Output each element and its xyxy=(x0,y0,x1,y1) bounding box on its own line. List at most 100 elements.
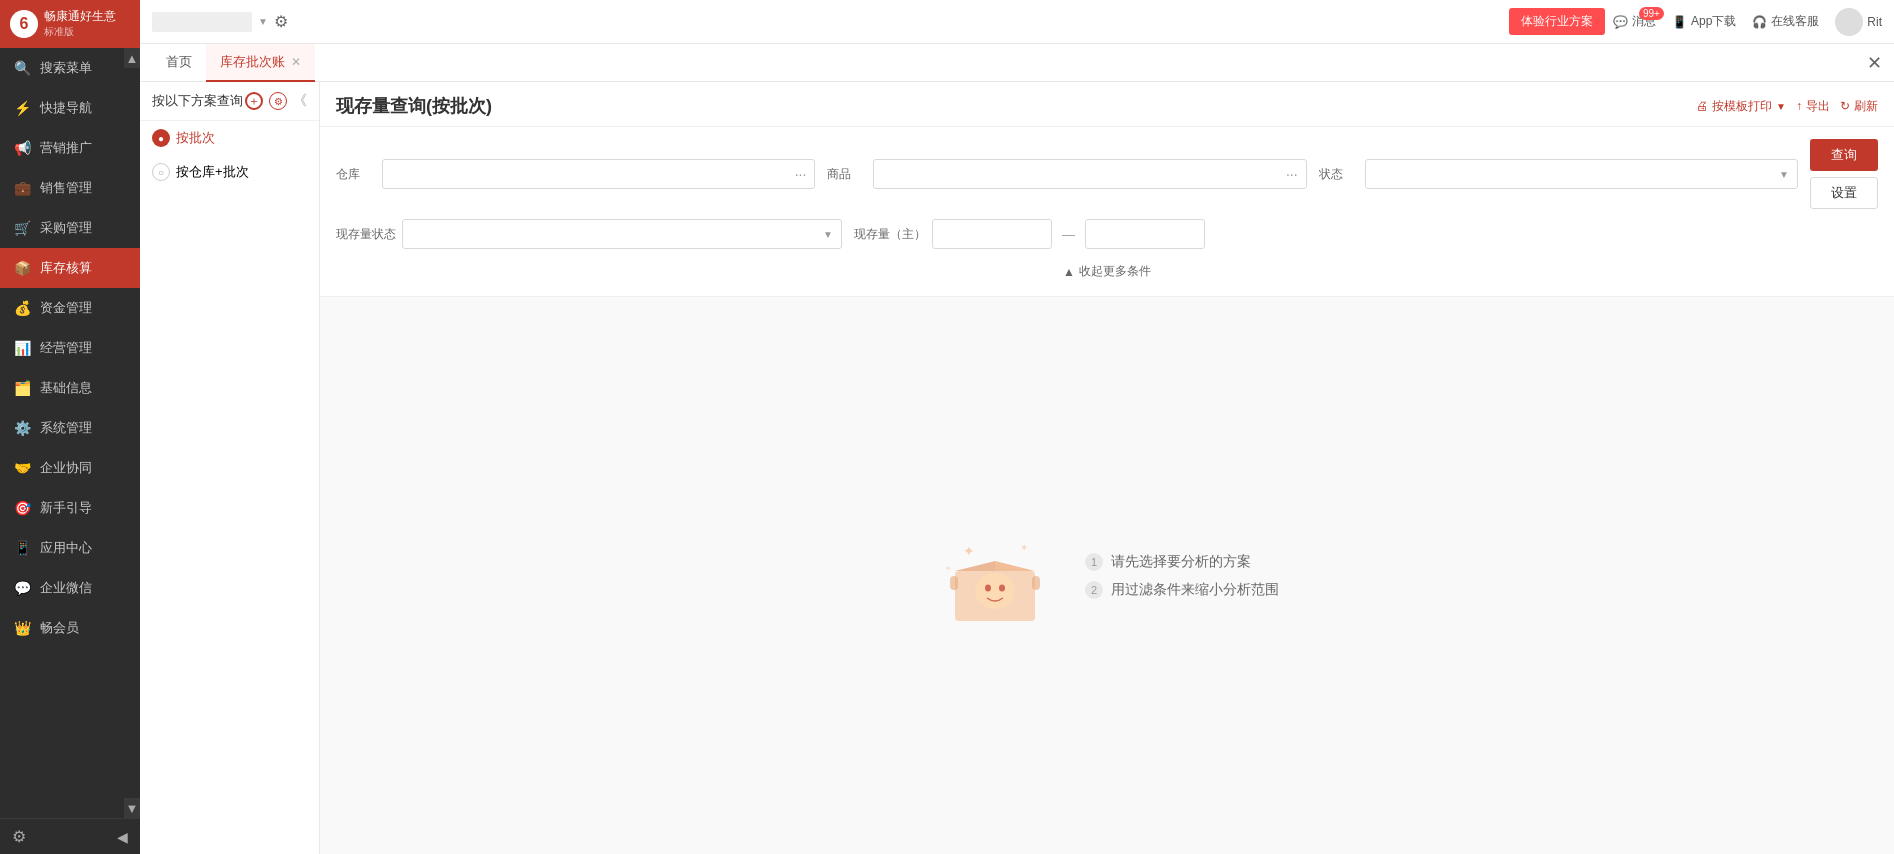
system-icon: ⚙️ xyxy=(12,418,32,438)
print-btn[interactable]: 🖨 按模板打印 ▼ xyxy=(1696,98,1786,115)
sidebar-item-newbie[interactable]: 🎯 新手引导 xyxy=(0,488,140,528)
app-logo: 6 xyxy=(10,10,38,38)
inventory-qty-filter-item: 现存量（主） — xyxy=(854,219,1360,249)
filter-row-1: 仓库 ··· 商品 ··· 状态 xyxy=(336,139,1878,209)
sidebar-item-purchase[interactable]: 🛒 采购管理 xyxy=(0,208,140,248)
hint-2-text: 用过滤条件来缩小分析范围 xyxy=(1111,581,1279,599)
sidebar-item-sales[interactable]: 💼 销售管理 xyxy=(0,168,140,208)
refresh-btn[interactable]: ↻ 刷新 xyxy=(1840,98,1878,115)
experience-btn[interactable]: 体验行业方案 xyxy=(1509,8,1605,35)
user-name: Rit xyxy=(1867,15,1882,29)
query-btn[interactable]: 查询 xyxy=(1810,139,1878,171)
tab-inventory-batch[interactable]: 库存批次账 ✕ xyxy=(206,44,315,82)
filter-area: 仓库 ··· 商品 ··· 状态 xyxy=(320,127,1894,297)
hint-2-num: 2 xyxy=(1085,581,1103,599)
scheme-item-by-batch[interactable]: ● 按批次 xyxy=(140,121,319,155)
sidebar-item-quick-nav[interactable]: ⚡ 快捷导航 xyxy=(0,88,140,128)
sidebar-item-app-center[interactable]: 📱 应用中心 xyxy=(0,528,140,568)
sidebar-item-label: 库存核算 xyxy=(40,259,92,277)
sidebar-item-label: 快捷导航 xyxy=(40,99,92,117)
sidebar-item-operations[interactable]: 📊 经营管理 xyxy=(0,328,140,368)
add-scheme-btn[interactable]: ＋ xyxy=(245,92,263,110)
left-panel-actions: ＋ ⚙ 《 xyxy=(245,92,307,110)
export-btn[interactable]: ↑ 导出 xyxy=(1796,98,1830,115)
sidebar-scroll-up[interactable]: ▲ xyxy=(124,48,140,68)
sidebar-item-system[interactable]: ⚙️ 系统管理 xyxy=(0,408,140,448)
scheme-item-by-warehouse-batch[interactable]: ○ 按仓库+批次 xyxy=(140,155,319,189)
sidebar-footer: ⚙ ◀ xyxy=(0,818,140,854)
sidebar-item-finance[interactable]: 💰 资金管理 xyxy=(0,288,140,328)
sidebar-item-inventory[interactable]: 📦 库存核算 xyxy=(0,248,140,288)
sidebar-item-marketing[interactable]: 📢 营销推广 xyxy=(0,128,140,168)
inventory-qty-from[interactable] xyxy=(932,219,1052,249)
inventory-qty-label: 现存量（主） xyxy=(854,226,926,243)
sales-icon: 💼 xyxy=(12,178,32,198)
collapse-conditions-btn[interactable]: ▲ 收起更多条件 xyxy=(336,259,1878,284)
sidebar-header: 6 畅康通好生意 标准版 xyxy=(0,0,140,48)
inv-status-dropdown-arrow[interactable]: ▼ xyxy=(823,229,833,240)
collapse-left-panel-icon[interactable]: 《 xyxy=(293,92,307,110)
settings-footer-icon[interactable]: ⚙ xyxy=(12,827,26,846)
status-dropdown-arrow[interactable]: ▼ xyxy=(1779,169,1789,180)
page-title: 现存量查询(按批次) xyxy=(336,94,492,118)
warehouse-select[interactable]: ··· xyxy=(382,159,815,189)
svg-point-3 xyxy=(975,573,1015,609)
user-action[interactable]: Rit xyxy=(1835,8,1882,36)
sidebar-item-label: 应用中心 xyxy=(40,539,92,557)
sidebar-scroll-down[interactable]: ▼ xyxy=(124,798,140,818)
product-select[interactable]: ··· xyxy=(873,159,1306,189)
status-select[interactable]: ▼ xyxy=(1365,159,1798,189)
sidebar-item-wechat[interactable]: 💬 企业微信 xyxy=(0,568,140,608)
tab-close-icon[interactable]: ✕ xyxy=(291,55,301,69)
sidebar-nav: 🔍 搜索菜单 ⚡ 快捷导航 📢 营销推广 💼 销售管理 🛒 采购管理 📦 库存核… xyxy=(0,48,140,818)
sidebar-item-member[interactable]: 👑 畅会员 xyxy=(0,608,140,648)
app-center-icon: 📱 xyxy=(12,538,32,558)
purchase-icon: 🛒 xyxy=(12,218,32,238)
scheme-item-label: 按仓库+批次 xyxy=(176,163,249,181)
sidebar-item-label: 系统管理 xyxy=(40,419,92,437)
warehouse-ellipsis[interactable]: ··· xyxy=(795,166,807,182)
inventory-status-filter-item: 现存量状态 ▼ xyxy=(336,219,842,249)
tab-inventory-batch-label: 库存批次账 xyxy=(220,53,285,71)
inventory-status-select[interactable]: ▼ xyxy=(402,219,842,249)
sidebar-item-search-menu[interactable]: 🔍 搜索菜单 xyxy=(0,48,140,88)
product-label: 商品 xyxy=(827,166,867,183)
sidebar-item-label: 新手引导 xyxy=(40,499,92,517)
quick-nav-icon: ⚡ xyxy=(12,98,32,118)
app-download-label: App下载 xyxy=(1691,13,1736,30)
online-service-action[interactable]: 🎧 在线客服 xyxy=(1752,13,1819,30)
breadcrumb-input[interactable] xyxy=(152,12,252,32)
inventory-icon: 📦 xyxy=(12,258,32,278)
sidebar-item-label: 畅会员 xyxy=(40,619,79,637)
tab-home[interactable]: 首页 xyxy=(152,44,206,82)
newbie-icon: 🎯 xyxy=(12,498,32,518)
gear-icon-topbar[interactable]: ⚙ xyxy=(274,12,288,31)
app-download-action[interactable]: 📱 App下载 xyxy=(1672,13,1736,30)
by-batch-icon: ● xyxy=(152,129,170,147)
sidebar-item-label: 基础信息 xyxy=(40,379,92,397)
sidebar-item-label: 资金管理 xyxy=(40,299,92,317)
hint-1-text: 请先选择要分析的方案 xyxy=(1111,553,1251,571)
sidebar-item-enterprise[interactable]: 🤝 企业协同 xyxy=(0,448,140,488)
scheme-settings-btn[interactable]: ⚙ xyxy=(269,92,287,110)
page-title-bar: 现存量查询(按批次) 🖨 按模板打印 ▼ ↑ 导出 ↻ 刷新 xyxy=(320,82,1894,127)
inventory-qty-to[interactable] xyxy=(1085,219,1205,249)
collapse-sidebar-icon[interactable]: ◀ xyxy=(117,829,128,845)
messages-action[interactable]: 💬 消息 99+ xyxy=(1613,13,1656,30)
svg-rect-7 xyxy=(1032,576,1040,590)
marketing-icon: 📢 xyxy=(12,138,32,158)
print-dropdown-arrow[interactable]: ▼ xyxy=(1776,101,1786,112)
product-filter-item: 商品 ··· xyxy=(827,159,1306,189)
svg-rect-6 xyxy=(950,576,958,590)
headset-icon: 🎧 xyxy=(1752,15,1767,29)
close-panel-icon[interactable]: ✕ xyxy=(1867,52,1882,74)
tab-home-label: 首页 xyxy=(166,53,192,71)
product-ellipsis[interactable]: ··· xyxy=(1286,166,1298,182)
breadcrumb-dropdown-arrow[interactable]: ▼ xyxy=(258,16,268,27)
sidebar-item-label: 企业协同 xyxy=(40,459,92,477)
sidebar-item-basics[interactable]: 🗂️ 基础信息 xyxy=(0,368,140,408)
member-icon: 👑 xyxy=(12,618,32,638)
settings-btn[interactable]: 设置 xyxy=(1810,177,1878,209)
svg-marker-1 xyxy=(955,561,995,571)
refresh-icon: ↻ xyxy=(1840,99,1850,113)
